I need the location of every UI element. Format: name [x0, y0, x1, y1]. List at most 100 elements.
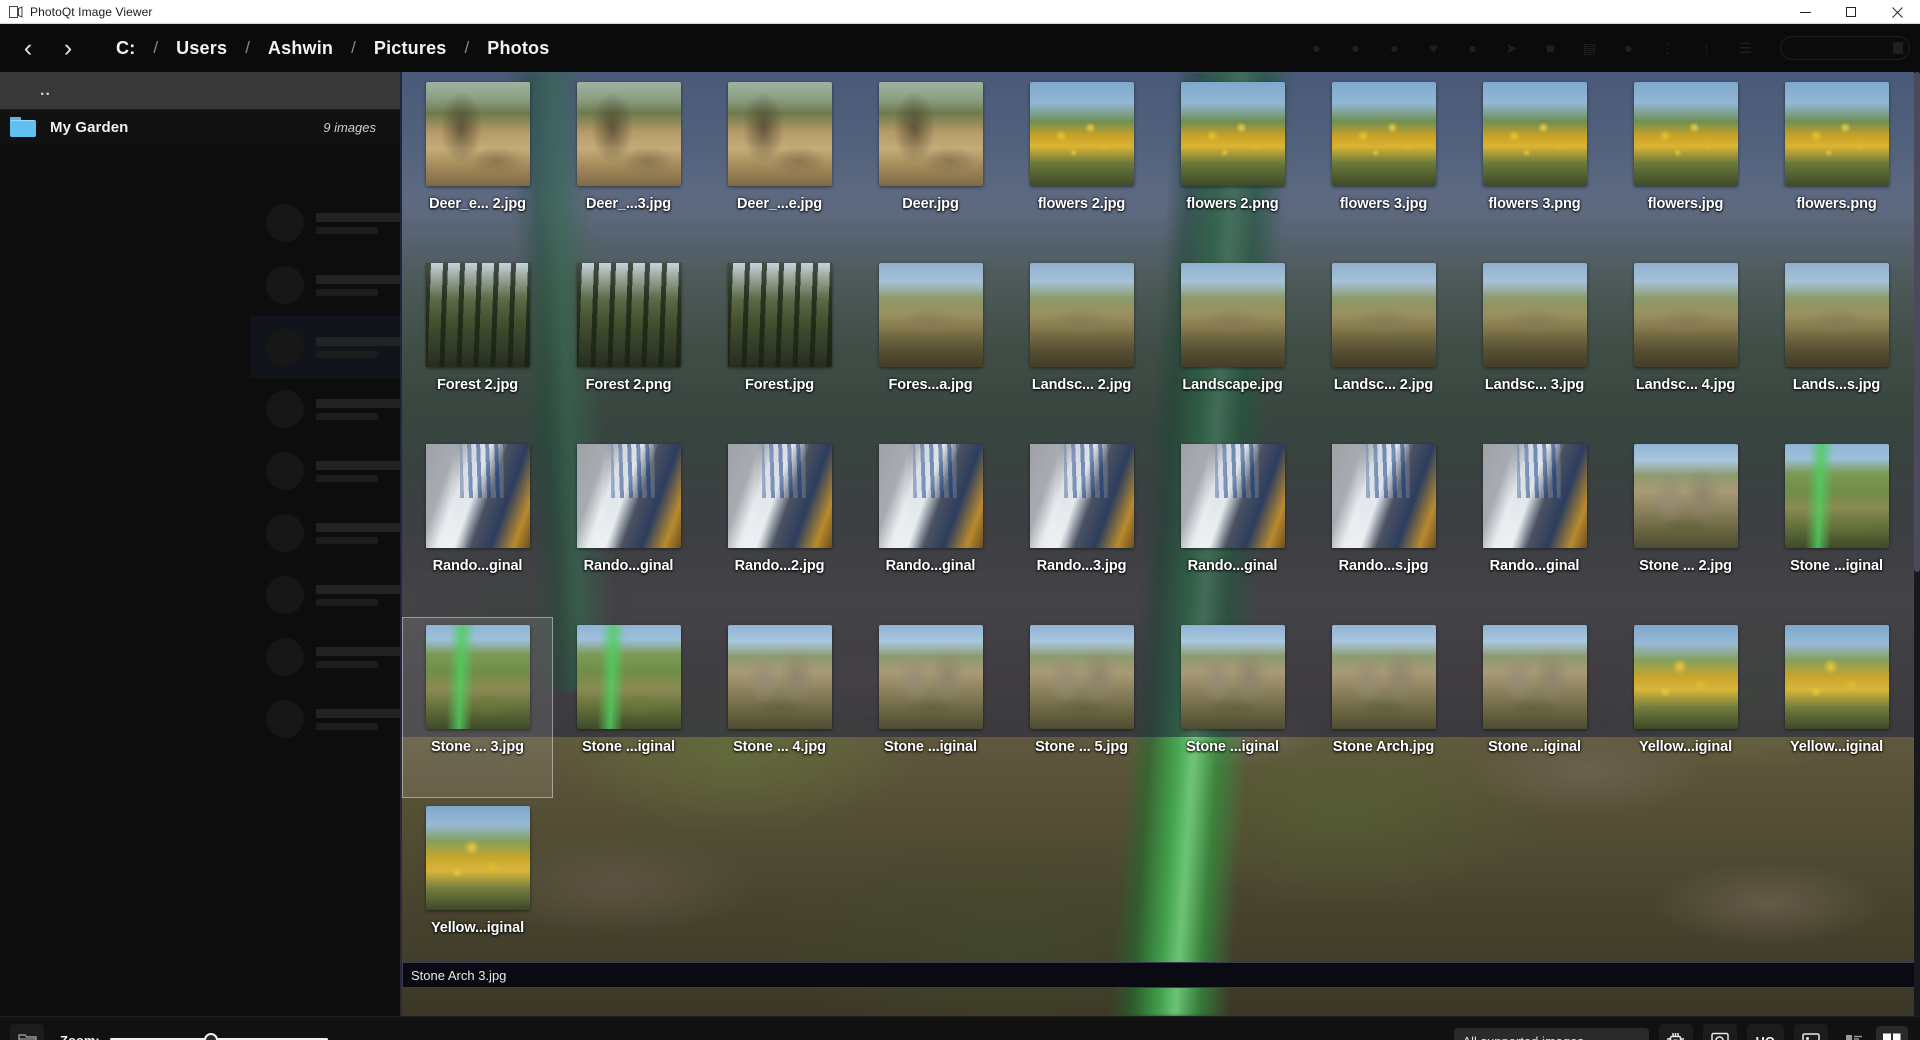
thumbnail-item[interactable]: Stone ...iginal — [1459, 617, 1610, 798]
thumbnail-item[interactable]: flowers 3.png — [1459, 74, 1610, 255]
bottom-right-group: All supported images HQ — [1453, 1017, 1908, 1040]
thumbnail-item[interactable]: Landsc... 2.jpg — [1308, 255, 1459, 436]
thumbnail-item[interactable]: Lands...s.jpg — [1761, 255, 1912, 436]
thumbnail-item[interactable]: Stone ...iginal — [1157, 617, 1308, 798]
thumbnail-item[interactable]: flowers.jpg — [1610, 74, 1761, 255]
thumbnail-label: Landsc... 3.jpg — [1484, 377, 1585, 393]
grid-view-icon — [1883, 1033, 1901, 1040]
ghost-circle-icon: ● — [1390, 40, 1399, 56]
thumbnail-item[interactable]: Landsc... 2.jpg — [1006, 255, 1157, 436]
thumbnail-item[interactable]: Deer.jpg — [855, 74, 1006, 255]
thumbnail-item[interactable]: Deer_...e.jpg — [704, 74, 855, 255]
thumbnail-item[interactable]: Forest 2.jpg — [402, 255, 553, 436]
zoom-slider[interactable] — [109, 1032, 328, 1040]
thumbnail-image — [1180, 82, 1285, 186]
breadcrumb-item-ashwin[interactable]: Ashwin — [254, 34, 347, 63]
scrollbar-thumb[interactable] — [1914, 72, 1920, 572]
thumbnail-image — [576, 263, 681, 367]
breadcrumb-item-pictures[interactable]: Pictures — [360, 34, 461, 63]
thumbnail-image — [727, 625, 832, 729]
thumbnail-item[interactable]: Forest.jpg — [704, 255, 855, 436]
thumbnail-item[interactable]: Stone ...iginal — [1761, 436, 1912, 617]
zoom-control[interactable]: Zoom: — [60, 1032, 328, 1040]
viewer-scrollbar[interactable] — [1914, 72, 1920, 1016]
thumbnail-item[interactable]: Rando...3.jpg — [1006, 436, 1157, 617]
thumbnail-label: Landsc... 4.jpg — [1635, 377, 1736, 393]
thumbnail-item[interactable]: Rando...ginal — [402, 436, 553, 617]
thumbnail-image — [1180, 444, 1285, 548]
inspect-button[interactable] — [1702, 1024, 1737, 1040]
thumbnail-item[interactable]: Yellow...iginal — [1761, 617, 1912, 798]
thumbnail-item[interactable]: Rando...ginal — [1157, 436, 1308, 617]
breadcrumb-item-drive[interactable]: C: — [102, 34, 149, 63]
thumbnail-item[interactable]: Yellow...iginal — [1610, 617, 1761, 798]
thumbnail-image — [576, 444, 681, 548]
thumbnail-item[interactable]: flowers 3.jpg — [1308, 74, 1459, 255]
list-view-button[interactable] — [1838, 1026, 1870, 1040]
parent-directory-label: .. — [40, 82, 51, 99]
forward-button[interactable]: › — [56, 35, 80, 61]
image-viewer[interactable]: Deer_e... 2.jpg Deer_...3.jpg Deer_...e.jp… — [400, 72, 1920, 1016]
breadcrumb-separator: / — [153, 38, 159, 57]
thumbnail-item[interactable]: flowers 2.jpg — [1006, 74, 1157, 255]
thumbnail-item[interactable]: Stone ...iginal — [553, 617, 704, 798]
thumbnail-label: Stone ... 5.jpg — [1035, 739, 1128, 755]
grid-view-button[interactable] — [1876, 1026, 1908, 1040]
settings-button[interactable] — [1658, 1024, 1693, 1040]
thumbnail-item[interactable]: Rando...ginal — [855, 436, 1006, 617]
open-folder-button[interactable] — [10, 1023, 44, 1040]
thumbnail-item[interactable]: Fores...a.jpg — [855, 255, 1006, 436]
thumbnail-image — [1331, 444, 1436, 548]
breadcrumb-item-photos[interactable]: Photos — [473, 34, 563, 63]
thumbnail-item[interactable]: Rando...2.jpg — [704, 436, 855, 617]
thumbnail-label: flowers 2.jpg — [1037, 196, 1126, 212]
thumbnail-label: Forest 2.jpg — [437, 377, 518, 393]
thumbnail-item[interactable]: Stone ... 2.jpg — [1610, 436, 1761, 617]
thumbnail-item[interactable]: Forest 2.png — [553, 255, 704, 436]
sidebar-item-my-garden[interactable]: My Garden 9 images — [0, 110, 400, 144]
image-info-button[interactable] — [1794, 1024, 1828, 1040]
thumbnail-item[interactable]: Stone Arch.jpg — [1308, 617, 1459, 798]
background-toolbar-ghost: ● ● ● ♥ ● ➤ ■ ▤ ● ⋮ ↑ ☰ — [1308, 24, 1910, 72]
thumbnail-image — [878, 263, 983, 367]
thumbnail-item[interactable]: Rando...ginal — [553, 436, 704, 617]
sidebar-item-label: My Garden — [50, 118, 129, 136]
thumbnail-image — [727, 82, 832, 186]
thumbnail-image — [1029, 263, 1134, 367]
breadcrumb-separator: / — [351, 38, 356, 57]
thumbnail-item[interactable]: Landsc... 4.jpg — [1610, 255, 1761, 436]
ghost-avatar — [266, 204, 304, 242]
thumbnail-label: Yellow...iginal — [1789, 739, 1884, 755]
ghost-upload-icon: ↑ — [1703, 40, 1710, 56]
thumbnail-label: Stone ...iginal — [884, 739, 977, 755]
thumbnail-item[interactable]: flowers.png — [1761, 74, 1912, 255]
image-icon — [1802, 1033, 1820, 1040]
thumbnail-item[interactable]: Landsc... 3.jpg — [1459, 255, 1610, 436]
ghost-list-item — [250, 502, 400, 564]
thumbnail-label: Stone ...iginal — [1488, 739, 1581, 755]
thumbnail-item[interactable]: Stone ... 3.jpg — [402, 617, 553, 798]
hq-toggle-button[interactable]: HQ — [1746, 1024, 1784, 1040]
close-button[interactable] — [1874, 0, 1920, 24]
thumbnail-item[interactable]: Stone ... 5.jpg — [1006, 617, 1157, 798]
thumbnail-strip[interactable]: Deer_e... 2.jpg Deer_...3.jpg Deer_...e.jp… — [400, 72, 1920, 936]
thumbnail-item[interactable]: Stone ...iginal — [855, 617, 1006, 798]
thumbnail-item[interactable]: Yellow...iginal — [402, 798, 553, 979]
thumbnail-item[interactable]: Deer_e... 2.jpg — [402, 74, 553, 255]
file-filter-dropdown[interactable]: All supported images — [1453, 1028, 1649, 1040]
thumbnail-item[interactable]: Rando...s.jpg — [1308, 436, 1459, 617]
thumbnail-label: Stone ... 4.jpg — [733, 739, 826, 755]
thumbnail-item[interactable]: Rando...ginal — [1459, 436, 1610, 617]
thumbnail-label: Landscape.jpg — [1182, 377, 1283, 393]
back-button[interactable]: ‹ — [16, 35, 40, 61]
parent-directory-entry[interactable]: .. — [0, 72, 400, 110]
breadcrumb-item-users[interactable]: Users — [162, 34, 241, 63]
thumbnail-item[interactable]: Stone ... 4.jpg — [704, 617, 855, 798]
zoom-slider-handle[interactable] — [203, 1032, 218, 1040]
maximize-button[interactable] — [1828, 0, 1874, 24]
thumbnail-item[interactable]: Landscape.jpg — [1157, 255, 1308, 436]
thumbnail-item[interactable]: flowers 2.png — [1157, 74, 1308, 255]
thumbnail-image — [727, 444, 832, 548]
minimize-button[interactable] — [1782, 0, 1828, 24]
thumbnail-item[interactable]: Deer_...3.jpg — [553, 74, 704, 255]
